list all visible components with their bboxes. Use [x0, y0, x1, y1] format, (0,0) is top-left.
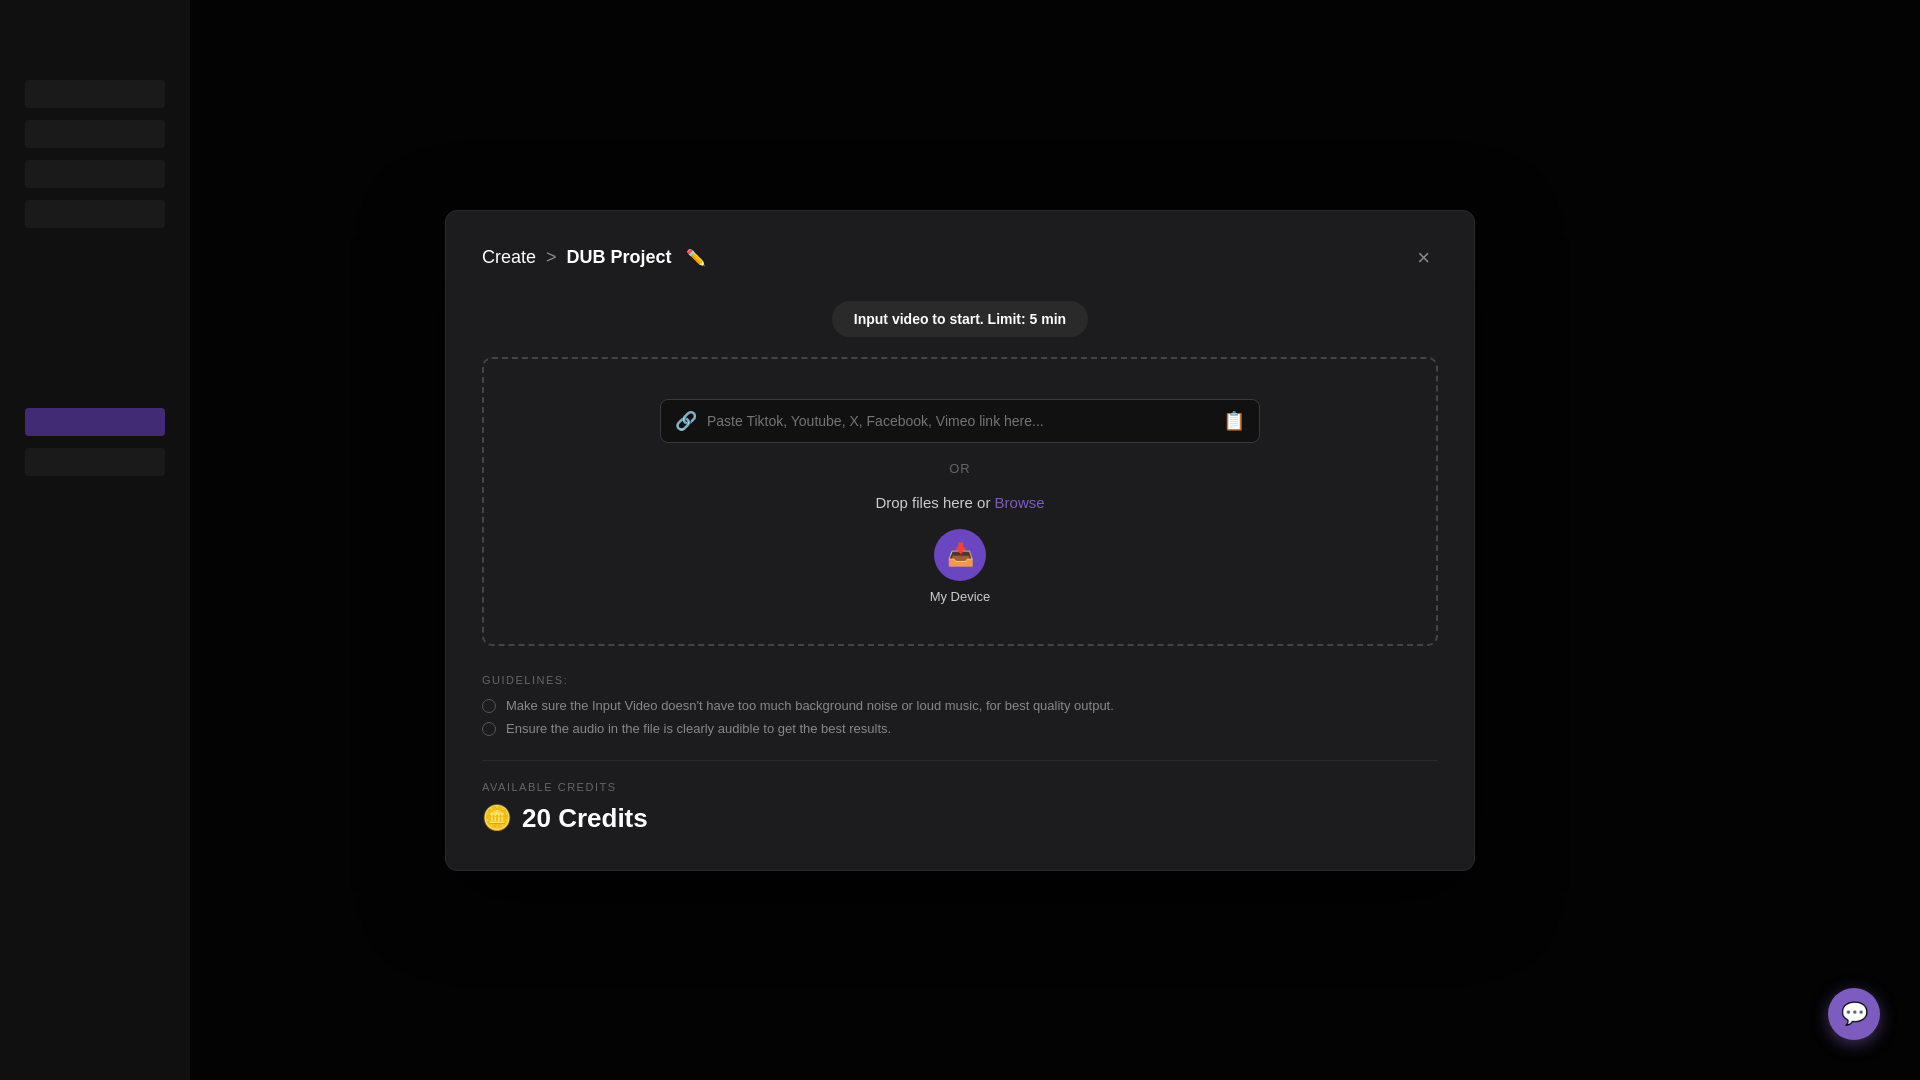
clipboard-icon[interactable]: 📋 — [1223, 410, 1245, 432]
drop-text: Drop files here or Browse — [875, 494, 1044, 511]
guideline-bullet-2 — [482, 722, 496, 736]
url-input[interactable] — [707, 413, 1213, 429]
url-input-container[interactable]: 🔗 📋 — [660, 399, 1260, 443]
chat-icon: 💬 — [1841, 1001, 1868, 1027]
modal-header: Create > DUB Project ✏️ × — [482, 243, 1438, 273]
info-banner: Input video to start. Limit: 5 min — [832, 301, 1088, 337]
sidebar-ghost — [0, 0, 190, 1080]
info-text-prefix: Input video to start. Limit: — [854, 311, 1026, 327]
guideline-item-1: Make sure the Input Video doesn't have t… — [482, 698, 1438, 713]
guidelines-section: GUIDELINES: Make sure the Input Video do… — [482, 674, 1438, 736]
drop-text-label: Drop files here or — [875, 494, 994, 511]
credits-label: AVAILABLE CREDITS — [482, 781, 1438, 793]
credits-amount: 20 Credits — [522, 803, 648, 834]
device-icon: 📥 — [947, 542, 974, 568]
device-label: My Device — [930, 589, 991, 604]
or-divider: OR — [949, 461, 971, 476]
create-dub-modal: Create > DUB Project ✏️ × Input video to… — [445, 210, 1475, 871]
browse-link[interactable]: Browse — [995, 494, 1045, 511]
breadcrumb-arrow: > — [546, 247, 557, 268]
edit-project-name-icon[interactable]: ✏️ — [686, 248, 706, 267]
chat-button[interactable]: 💬 — [1828, 988, 1880, 1040]
coins-icon: 🪙 — [482, 804, 512, 832]
info-limit: 5 min — [1026, 311, 1066, 327]
credits-value: 🪙 20 Credits — [482, 803, 1438, 834]
breadcrumb-project: DUB Project — [567, 247, 672, 268]
breadcrumb-create: Create — [482, 247, 536, 268]
guidelines-title: GUIDELINES: — [482, 674, 1438, 686]
link-icon: 🔗 — [675, 410, 697, 432]
drop-zone[interactable]: 🔗 📋 OR Drop files here or Browse 📥 My De… — [482, 357, 1438, 646]
credits-section: AVAILABLE CREDITS 🪙 20 Credits — [482, 760, 1438, 834]
guideline-text-2: Ensure the audio in the file is clearly … — [506, 721, 891, 736]
guideline-text-1: Make sure the Input Video doesn't have t… — [506, 698, 1114, 713]
breadcrumb: Create > DUB Project ✏️ — [482, 247, 706, 268]
device-icon-wrapper: 📥 — [934, 529, 986, 581]
my-device-button[interactable]: 📥 My Device — [930, 529, 991, 604]
guideline-bullet-1 — [482, 699, 496, 713]
guideline-item-2: Ensure the audio in the file is clearly … — [482, 721, 1438, 736]
close-button[interactable]: × — [1409, 243, 1438, 273]
